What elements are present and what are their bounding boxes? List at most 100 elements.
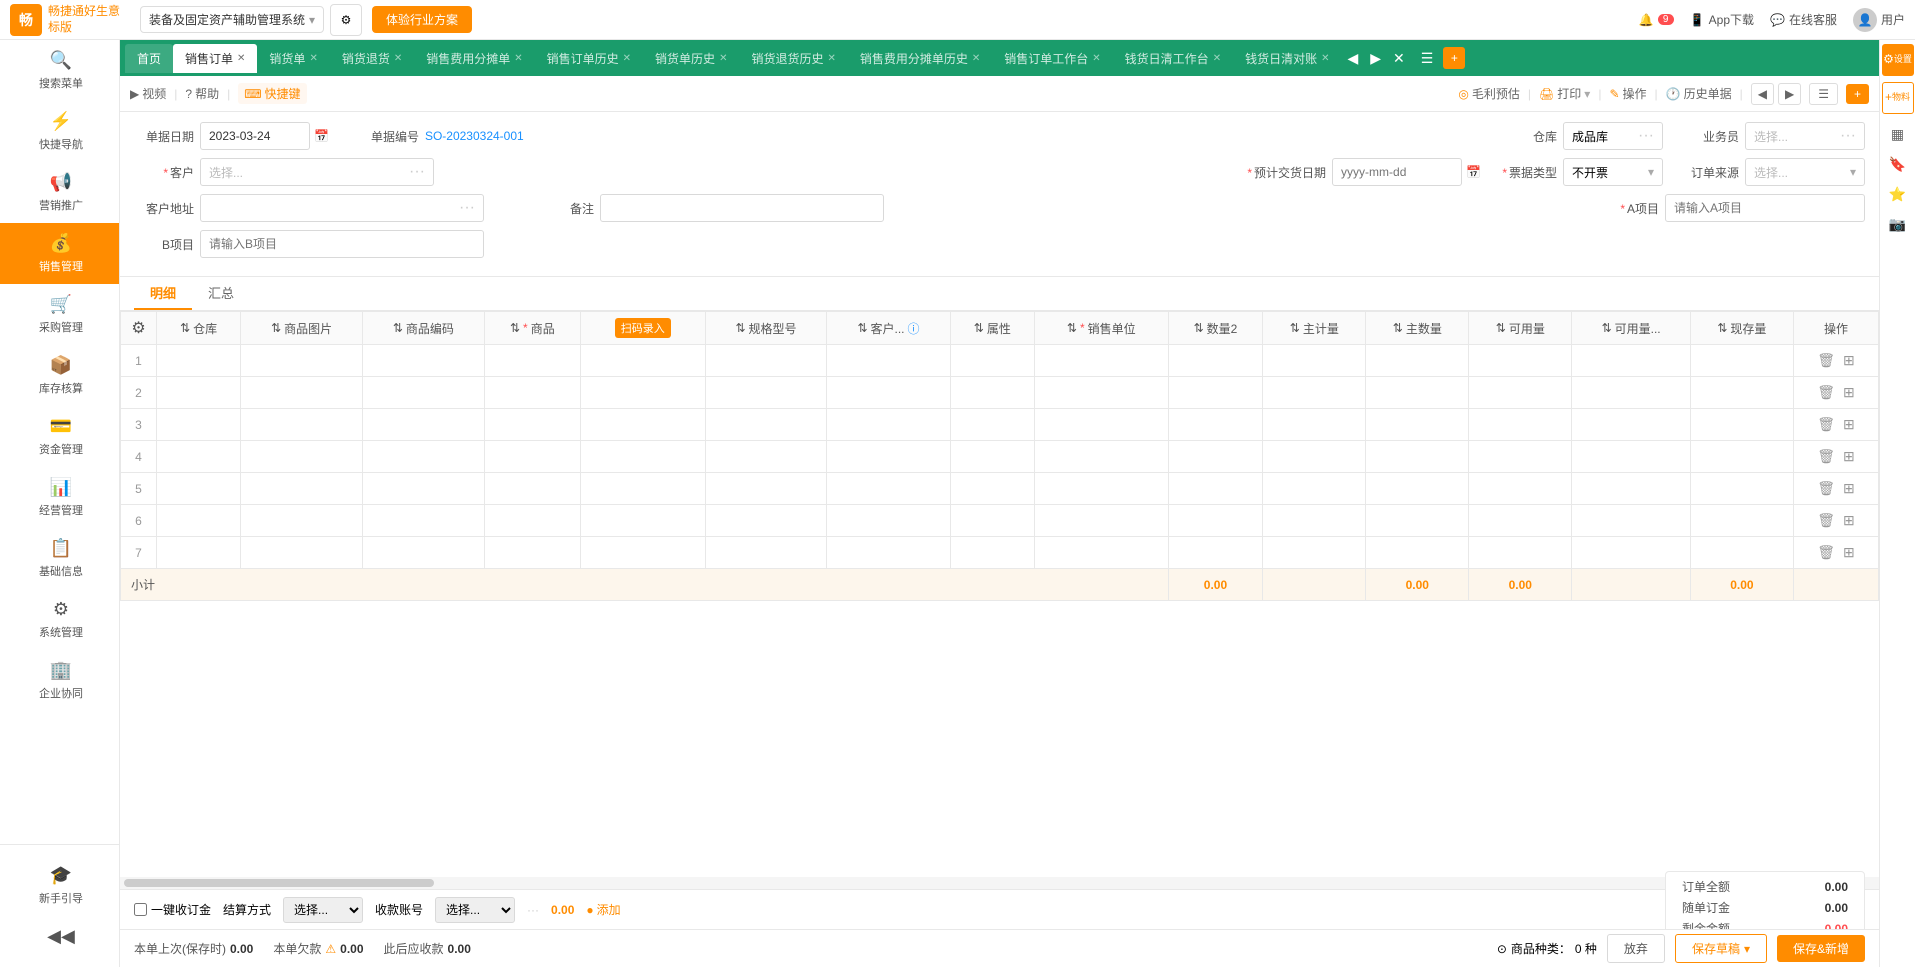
tab-detail[interactable]: 明细 [134,277,192,310]
sidebar-item-sales[interactable]: 💰 销售管理 [0,223,119,284]
sidebar-item-inventory[interactable]: 📦 库存核算 [0,345,119,406]
sidebar-item-marketing[interactable]: 📢 营销推广 [0,162,119,223]
tab-close-fee-history[interactable]: ✕ [972,53,980,64]
app-download-item[interactable]: 📱 App下载 [1690,11,1754,28]
tab-order-history[interactable]: 销售订单历史 ✕ [535,44,643,73]
tab-sales-goods[interactable]: 销货单 ✕ [257,44,329,73]
sidebar-item-guide[interactable]: 🎓 新手引导 [0,855,119,916]
help-link[interactable]: ? 帮助 [185,85,219,102]
sidebar-item-collapse[interactable]: ◀◀ [0,916,119,957]
online-service-item[interactable]: 💬 在线客服 [1770,11,1837,28]
quick-settle-checkbox[interactable]: 一键收订金 [134,901,211,918]
view-video-link[interactable]: ▶ 视频 [130,85,166,102]
horizontal-scrollbar[interactable] [120,877,1879,889]
history-link[interactable]: 🕐 历史单据 [1666,85,1732,102]
row-copy-btn[interactable]: ⊞ [1841,542,1857,563]
discard-button[interactable]: 放弃 [1607,934,1665,963]
ra-settings-btn[interactable]: ⚙ 设置 [1882,44,1914,76]
new-form-btn[interactable]: + [1846,84,1869,104]
row-delete-btn[interactable]: 🗑 [1815,542,1837,563]
ra-add-btn[interactable]: + 物料 [1882,82,1914,114]
tab-close-fee-split[interactable]: ✕ [514,53,522,64]
row-delete-btn[interactable]: 🗑 [1815,446,1837,467]
row-delete-btn[interactable]: 🗑 [1815,510,1837,531]
business-input[interactable]: 选择... ··· [1745,122,1865,150]
solution-button[interactable]: 体验行业方案 [372,6,472,33]
operations-link[interactable]: ✎ 操作 [1609,85,1646,102]
ra-star-btn[interactable]: ⭐ [1884,180,1912,208]
row-copy-btn[interactable]: ⊞ [1841,446,1857,467]
ra-photo-btn[interactable]: 📷 [1884,210,1912,238]
tab-close-order-workbench[interactable]: ✕ [1092,53,1100,64]
row-delete-btn[interactable]: 🗑 [1815,382,1837,403]
tab-close-goods-history[interactable]: ✕ [719,53,727,64]
prev-record-btn[interactable]: ◀ [1751,83,1774,105]
tab-close-cash-reconcile[interactable]: ✕ [1321,53,1329,64]
tab-cash-reconcile[interactable]: 钱货日清对账 ✕ [1233,44,1341,73]
invoice-select[interactable]: 不开票 ▾ [1563,158,1663,186]
tab-add-btn[interactable]: + [1443,47,1465,69]
next-record-btn[interactable]: ▶ [1778,83,1801,105]
tab-next-btn[interactable]: ▶ [1364,46,1387,71]
save-draft-button[interactable]: 保存草稿 ▾ [1675,934,1767,963]
tab-order-workbench[interactable]: 销售订单工作台 ✕ [992,44,1112,73]
tab-close-sales-order[interactable]: ✕ [237,53,245,64]
sidebar-item-operations[interactable]: 📊 经营管理 [0,467,119,528]
scan-entry-btn[interactable]: 扫码录入 [615,318,671,338]
quick-settle-input[interactable] [134,903,147,916]
calendar-icon[interactable]: 📅 [314,129,329,143]
tab-cash-daily[interactable]: 钱货日清工作台 ✕ [1113,44,1233,73]
tab-fee-history[interactable]: 销售费用分摊单历史 ✕ [848,44,992,73]
remark-input[interactable] [600,194,884,222]
list-view-btn[interactable]: ☰ [1809,83,1838,105]
save-new-button[interactable]: 保存&新增 [1777,935,1865,962]
warehouse-input[interactable]: 成品库 ··· [1563,122,1663,150]
ra-grid-btn[interactable]: ▦ [1884,120,1912,148]
message-icon-item[interactable]: 🔔 9 [1639,13,1674,27]
sidebar-item-system[interactable]: ⚙ 系统管理 [0,589,119,650]
receipt-no-select[interactable]: 选择... [435,897,515,923]
row-copy-btn[interactable]: ⊞ [1841,382,1857,403]
sidebar-item-search[interactable]: 🔍 搜索菜单 [0,40,119,101]
ra-bookmark-btn[interactable]: 🔖 [1884,150,1912,178]
tab-sales-order[interactable]: 销售订单 ✕ [173,44,257,73]
profit-forecast-link[interactable]: ◎ 毛利预估 [1458,85,1520,102]
save-draft-dropdown-icon[interactable]: ▾ [1744,942,1750,956]
tab-fee-split[interactable]: 销售费用分摊单 ✕ [414,44,534,73]
tab-close-all-btn[interactable]: ✕ [1387,46,1411,71]
tab-close-cash-daily[interactable]: ✕ [1213,53,1221,64]
print-link[interactable]: 🖨 打印 ▾ [1539,85,1590,102]
delivery-date-field[interactable] [1332,158,1462,186]
tab-close-order-history[interactable]: ✕ [623,53,631,64]
customer-addr-input[interactable]: ··· [200,194,484,222]
date-field[interactable] [200,122,310,150]
order-source-input[interactable]: 选择... ▾ [1745,158,1865,186]
settle-method-select[interactable]: 选择... [283,897,363,923]
tab-close-return-history[interactable]: ✕ [827,53,835,64]
add-settle-btn[interactable]: ● 添加 [586,901,620,918]
sidebar-item-quicknav[interactable]: ⚡ 快捷导航 [0,101,119,162]
tab-goods-history[interactable]: 销货单历史 ✕ [643,44,739,73]
row-copy-btn[interactable]: ⊞ [1841,414,1857,435]
row-copy-btn[interactable]: ⊞ [1841,478,1857,499]
delivery-calendar-icon[interactable]: 📅 [1466,165,1481,179]
tab-return-history[interactable]: 销货退货历史 ✕ [739,44,847,73]
b-project-input[interactable] [200,230,484,258]
customer-input[interactable]: 选择... ··· [200,158,434,186]
sidebar-item-enterprise[interactable]: 🏢 企业协同 [0,650,119,711]
scroll-thumb[interactable] [124,879,434,887]
row-copy-btn[interactable]: ⊞ [1841,350,1857,371]
a-project-input[interactable] [1665,194,1865,222]
user-item[interactable]: 👤 用户 [1853,8,1905,32]
th-settings[interactable]: ⚙ [121,312,157,345]
shortcut-link[interactable]: ⌨ 快捷键 [238,83,306,104]
tab-close-sales-return[interactable]: ✕ [394,53,402,64]
row-delete-btn[interactable]: 🗑 [1815,414,1837,435]
sidebar-item-purchase[interactable]: 🛒 采购管理 [0,284,119,345]
row-copy-btn[interactable]: ⊞ [1841,510,1857,531]
column-settings-icon[interactable]: ⚙ [131,320,145,337]
tab-list-btn[interactable]: ☰ [1415,46,1440,71]
settings-icon[interactable]: ⚙ [330,4,362,36]
sidebar-item-finance[interactable]: 💳 资金管理 [0,406,119,467]
tab-prev-btn[interactable]: ◀ [1341,46,1364,71]
